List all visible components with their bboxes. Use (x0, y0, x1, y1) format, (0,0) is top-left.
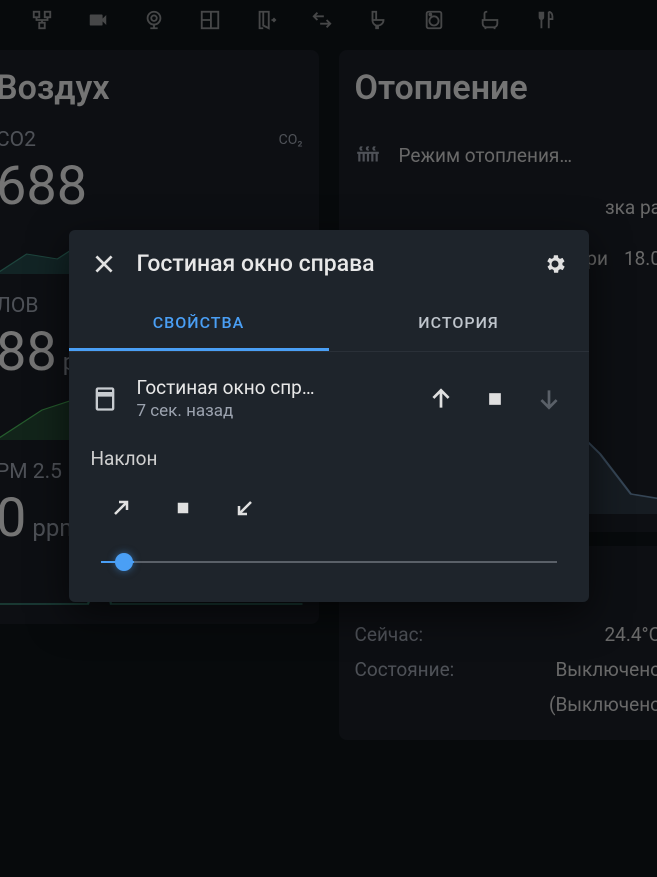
tilt-label: Наклон (91, 447, 567, 470)
tabs: СВОЙСТВА ИСТОРИЯ (69, 297, 589, 352)
modal-backdrop[interactable]: Гостиная окно справа СВОЙСТВА ИСТОРИЯ Го… (0, 0, 657, 877)
close-icon[interactable] (91, 251, 117, 277)
tilt-stop-button[interactable] (165, 490, 201, 526)
window-icon (91, 385, 119, 413)
stop-button[interactable] (477, 381, 513, 417)
open-up-button[interactable] (423, 381, 459, 417)
tab-history[interactable]: ИСТОРИЯ (329, 297, 589, 351)
entity-row: Гостиная окно спр… 7 сек. назад (91, 376, 567, 421)
tilt-controls (91, 490, 567, 526)
tilt-slider[interactable] (91, 552, 567, 572)
gear-icon[interactable] (543, 252, 567, 276)
slider-thumb[interactable] (115, 553, 133, 571)
modal-title: Гостиная окно справа (137, 250, 523, 277)
tilt-open-button[interactable] (103, 490, 139, 526)
close-down-button[interactable] (531, 381, 567, 417)
tilt-close-button[interactable] (227, 490, 263, 526)
tab-properties[interactable]: СВОЙСТВА (69, 297, 329, 351)
window-control-modal: Гостиная окно справа СВОЙСТВА ИСТОРИЯ Го… (69, 230, 589, 602)
entity-name: Гостиная окно спр… (137, 376, 405, 399)
entity-updated: 7 сек. назад (137, 401, 405, 421)
